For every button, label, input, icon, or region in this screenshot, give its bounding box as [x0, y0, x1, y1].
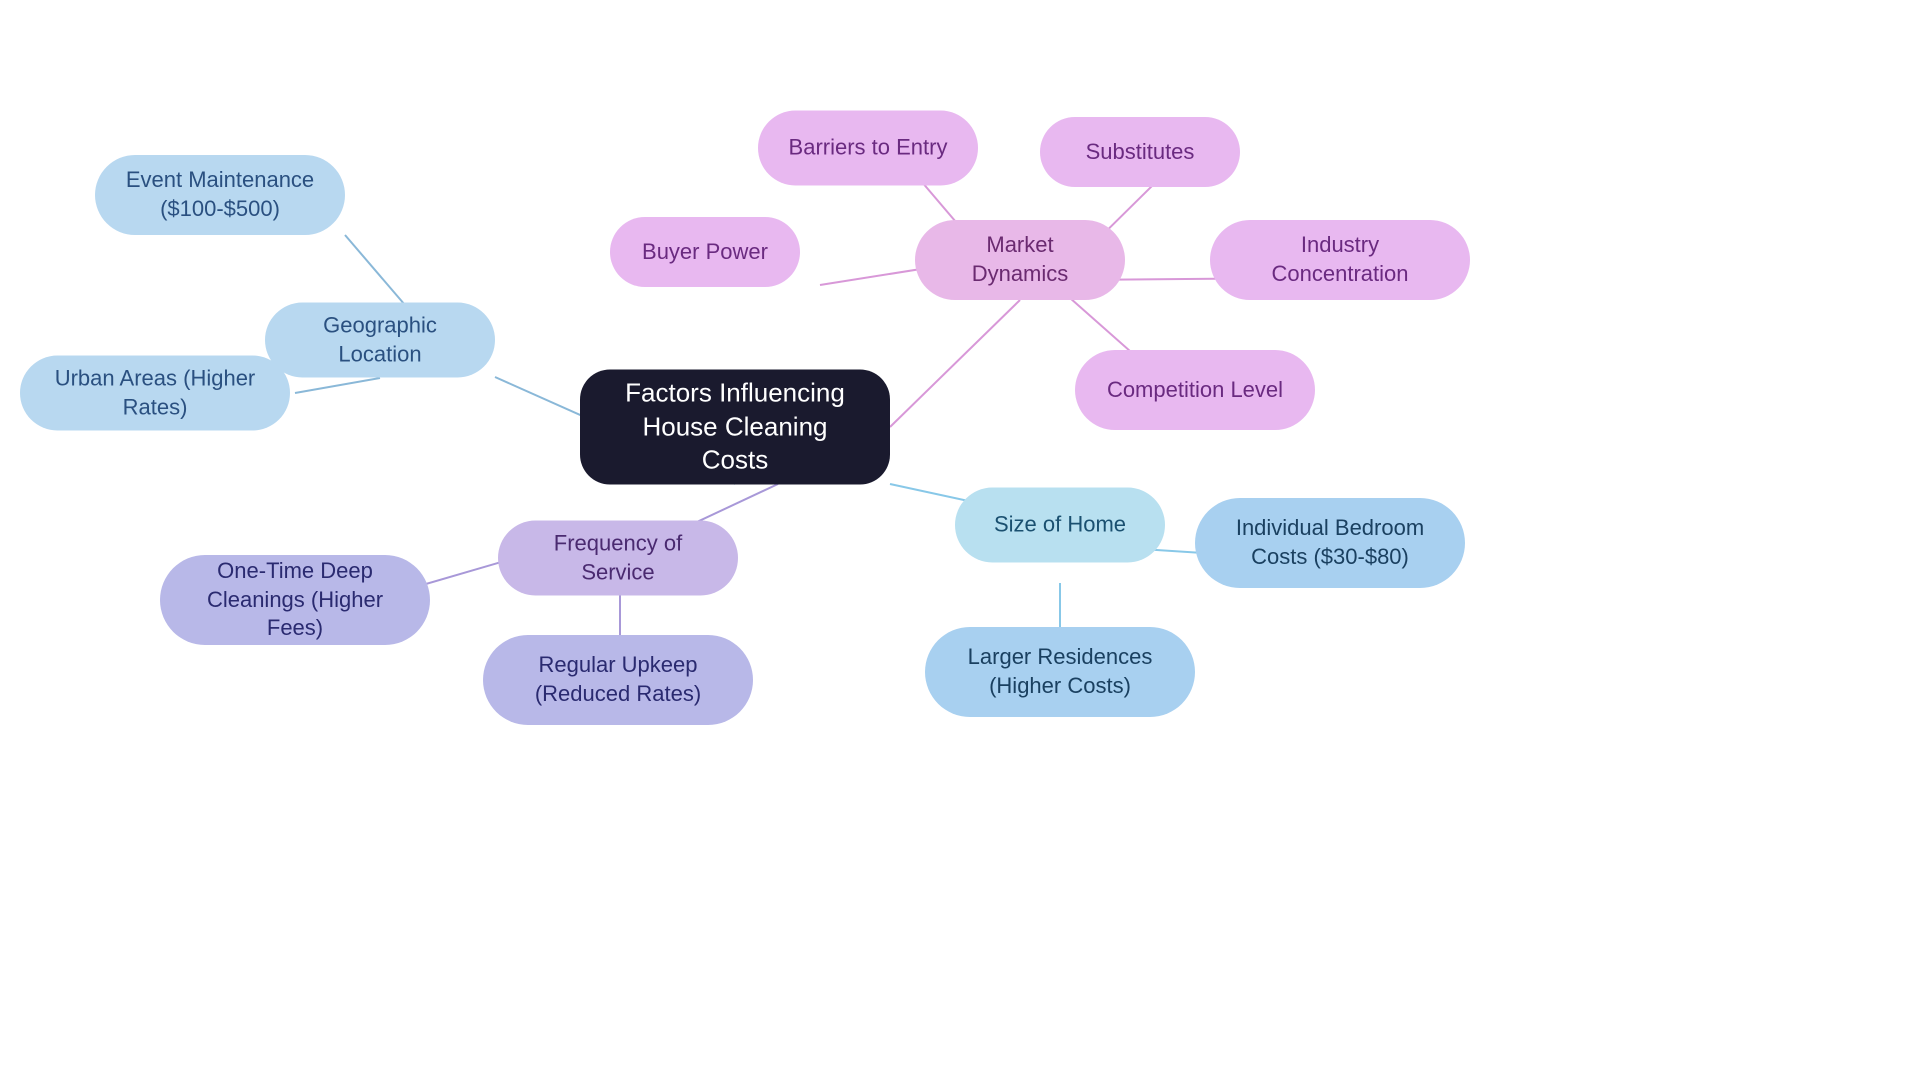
- event-maintenance-node: Event Maintenance ($100-$500): [95, 155, 345, 235]
- geographic-location-node: Geographic Location: [265, 303, 495, 378]
- size-of-home-node: Size of Home: [955, 488, 1165, 563]
- barriers-to-entry-node: Barriers to Entry: [758, 111, 978, 186]
- market-dynamics-node: Market Dynamics: [915, 220, 1125, 300]
- urban-areas-node: Urban Areas (Higher Rates): [20, 356, 290, 431]
- competition-level-node: Competition Level: [1075, 350, 1315, 430]
- larger-residences-node: Larger Residences (Higher Costs): [925, 627, 1195, 717]
- substitutes-node: Substitutes: [1040, 117, 1240, 187]
- bedroom-costs-node: Individual Bedroom Costs ($30-$80): [1195, 498, 1465, 588]
- frequency-of-service-node: Frequency of Service: [498, 521, 738, 596]
- regular-upkeep-node: Regular Upkeep (Reduced Rates): [483, 635, 753, 725]
- onetime-deep-cleanings-node: One-Time Deep Cleanings (Higher Fees): [160, 555, 430, 645]
- center-node: Factors Influencing House Cleaning Costs: [580, 370, 890, 485]
- industry-concentration-node: Industry Concentration: [1210, 220, 1470, 300]
- buyer-power-node: Buyer Power: [610, 217, 800, 287]
